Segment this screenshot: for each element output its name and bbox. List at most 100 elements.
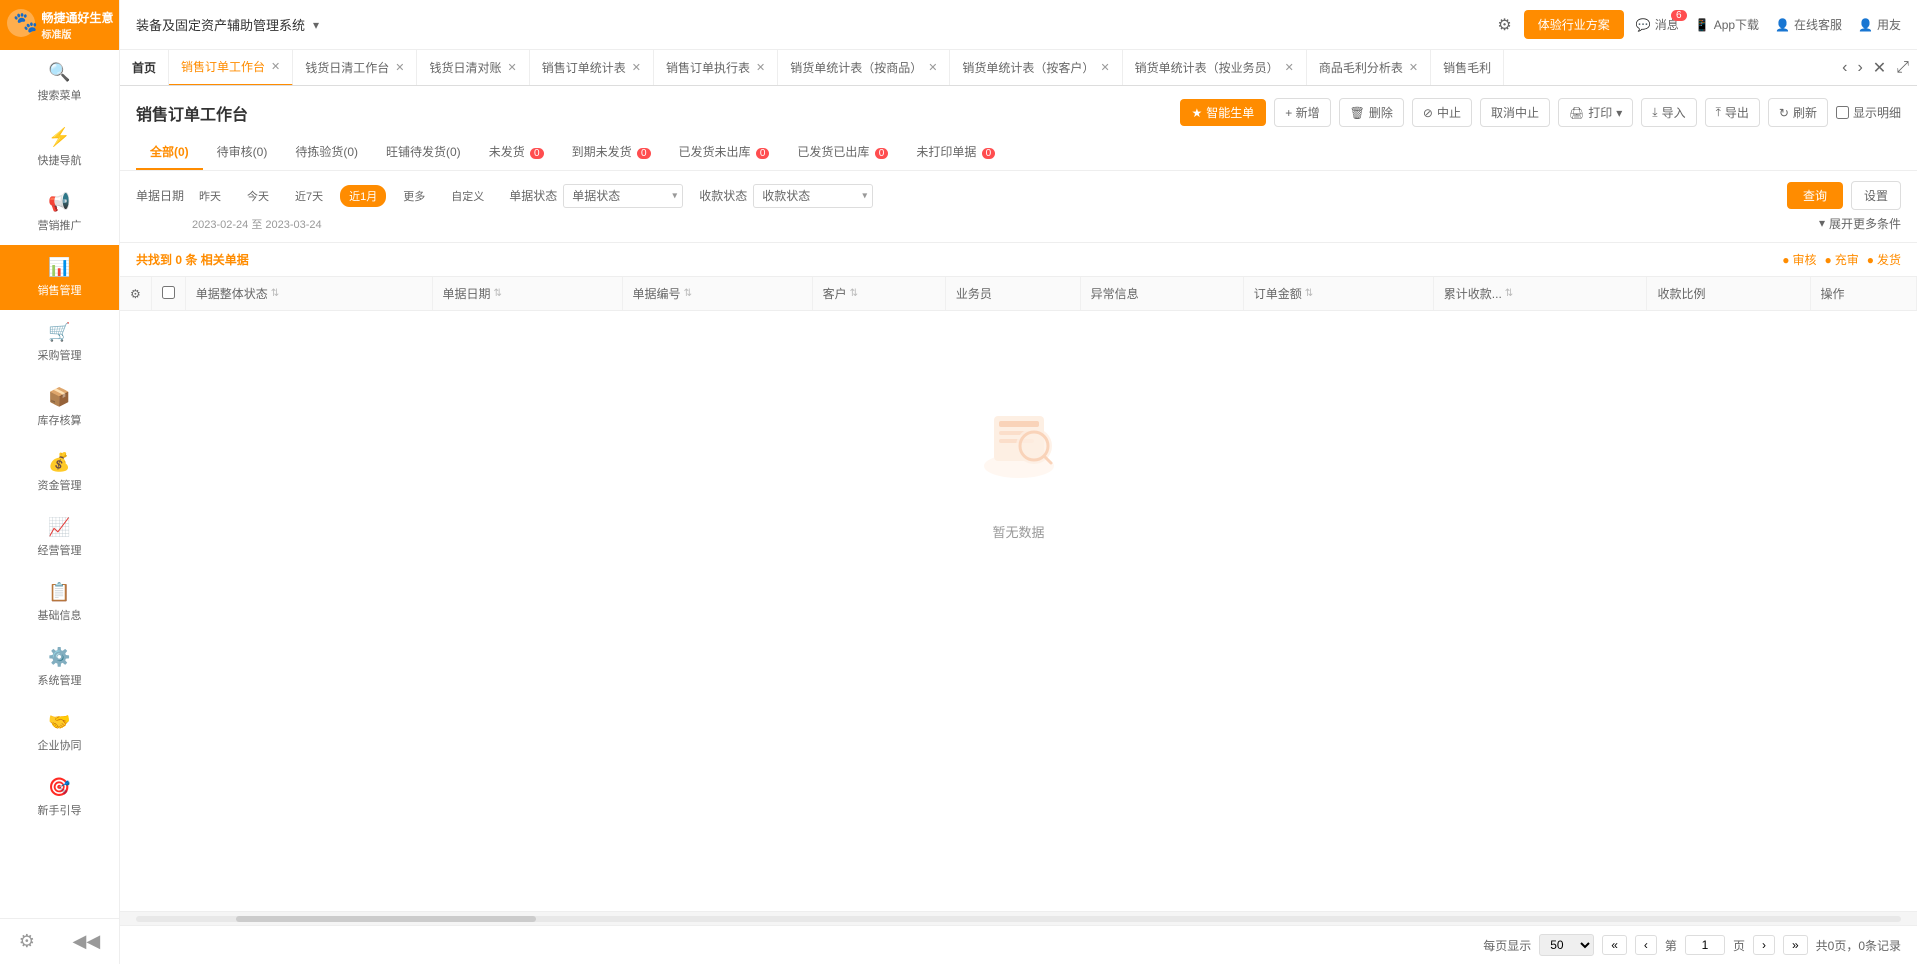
review-btn[interactable]: ● 审核 (1782, 251, 1816, 268)
tab-close-icon[interactable]: ✕ (928, 61, 937, 74)
date-btn-today[interactable]: 今天 (238, 185, 278, 207)
column-settings-icon[interactable]: ⚙ (130, 287, 141, 301)
filter-setting-button[interactable]: 设置 (1851, 181, 1901, 210)
expand-filter-button[interactable]: ▾ 展开更多条件 (1819, 215, 1901, 232)
tab-salesman-stats[interactable]: 销货单统计表（按业务员） ✕ (1123, 50, 1307, 86)
status-select[interactable]: 单据状态 (563, 184, 683, 208)
th-sort-date[interactable]: 单据日期 ⇅ (443, 285, 612, 302)
scrollbar-track[interactable] (136, 916, 1901, 922)
tabs-prev-icon[interactable]: ‹ (1838, 57, 1851, 79)
page-input[interactable] (1685, 935, 1725, 955)
sidebar-item-quick-nav[interactable]: ⚡ 快捷导航 (0, 115, 119, 180)
query-button[interactable]: 查询 (1787, 182, 1843, 209)
sidebar-item-enterprise[interactable]: 🤝 企业协同 (0, 700, 119, 765)
date-btn-more[interactable]: 更多 (394, 185, 434, 207)
tabs-maximize-icon[interactable]: ⤢ (1892, 57, 1913, 79)
tab-sales-workbench[interactable]: 销售订单工作台 ✕ (169, 50, 293, 86)
last-page-button[interactable]: » (1783, 935, 1808, 955)
date-btn-custom[interactable]: 自定义 (442, 185, 493, 207)
sub-tab-pending-check[interactable]: 待拣验货(0) (281, 135, 372, 170)
first-page-button[interactable]: « (1602, 935, 1627, 955)
refresh-button[interactable]: ↻ 刷新 (1768, 98, 1828, 127)
sidebar-item-system[interactable]: ⚙️ 系统管理 (0, 635, 119, 700)
tab-home[interactable]: 首页 (120, 50, 169, 86)
sidebar-item-marketing[interactable]: 📢 营销推广 (0, 180, 119, 245)
sidebar-item-inventory[interactable]: 📦 库存核算 (0, 375, 119, 440)
select-all-checkbox[interactable] (162, 286, 175, 299)
tab-close-icon[interactable]: ✕ (756, 61, 765, 74)
cancel-pause-button[interactable]: 取消中止 (1480, 98, 1550, 127)
th-customer: 客户 ⇅ (812, 277, 945, 311)
th-sort-salesman[interactable]: 业务员 (956, 285, 1070, 302)
tab-goods-stats[interactable]: 销货单统计表（按商品） ✕ (778, 50, 950, 86)
tab-close-icon[interactable]: ✕ (632, 61, 641, 74)
export-button[interactable]: ⤒ 导出 (1705, 98, 1760, 127)
collapse-icon[interactable]: ◀◀ (69, 927, 105, 956)
sidebar-item-sales[interactable]: 📊 销售管理 (0, 245, 119, 310)
import-button[interactable]: ⤓ 导入 (1641, 98, 1696, 127)
scrollbar-thumb[interactable] (236, 916, 536, 922)
sidebar-item-search[interactable]: 🔍 搜索菜单 (0, 50, 119, 115)
tabs-close-all-icon[interactable]: ✕ (1869, 56, 1890, 80)
tab-margin-analysis[interactable]: 商品毛利分析表 ✕ (1307, 50, 1431, 86)
app-download-btn[interactable]: 📱 App下载 (1695, 16, 1759, 33)
th-sort-collected[interactable]: 累计收款... ⇅ (1444, 285, 1637, 302)
user-menu[interactable]: 👤 用友 (1858, 16, 1901, 33)
sub-tab-all[interactable]: 全部(0) (136, 135, 203, 170)
sidebar-item-operations[interactable]: 📈 经营管理 (0, 505, 119, 570)
th-sort-amount[interactable]: 订单金额 ⇅ (1254, 285, 1423, 302)
online-service-btn[interactable]: 👤 在线客服 (1775, 16, 1842, 33)
prev-page-button[interactable]: ‹ (1635, 935, 1657, 955)
tab-close-icon[interactable]: ✕ (1285, 61, 1294, 74)
payment-select[interactable]: 收款状态 (753, 184, 873, 208)
tab-close-icon[interactable]: ✕ (395, 61, 404, 74)
tab-sales-margin[interactable]: 销售毛利 (1431, 50, 1504, 86)
add-button[interactable]: + 新增 (1274, 98, 1330, 127)
tab-close-icon[interactable]: ✕ (508, 61, 517, 74)
show-detail-checkbox-wrap[interactable]: 显示明细 (1836, 104, 1901, 121)
tab-close-icon[interactable]: ✕ (271, 60, 280, 73)
tab-sales-exec[interactable]: 销售订单执行表 ✕ (654, 50, 778, 86)
sub-tab-overdue[interactable]: 到期未发货 0 (558, 135, 665, 170)
sub-tab-shipped-not-out[interactable]: 已发货未出库 0 (665, 135, 784, 170)
print-button[interactable]: 🖨 打印 ▾ (1558, 98, 1633, 127)
date-btn-1month[interactable]: 近1月 (340, 185, 386, 207)
page-size-select[interactable]: 50 10 20 100 (1539, 934, 1594, 956)
next-page-button[interactable]: › (1753, 935, 1775, 955)
tabs-next-icon[interactable]: › (1853, 57, 1866, 79)
th-sort-no[interactable]: 单据编号 ⇅ (633, 285, 802, 302)
settings-icon[interactable]: ⚙ (15, 927, 39, 956)
topbar-dropdown[interactable]: ▾ (313, 18, 319, 32)
date-btn-7days[interactable]: 近7天 (286, 185, 332, 207)
message-badge: 6 (1671, 10, 1687, 21)
topbar-gear-icon[interactable]: ⚙ (1497, 15, 1511, 35)
tab-money-daily[interactable]: 钱货日清工作台 ✕ (293, 50, 417, 86)
tab-close-icon[interactable]: ✕ (1100, 61, 1109, 74)
sidebar-item-guide[interactable]: 🎯 新手引导 (0, 765, 119, 830)
sub-tab-unprinted[interactable]: 未打印单据 0 (902, 135, 1009, 170)
sidebar-item-basic-info[interactable]: 📋 基础信息 (0, 570, 119, 635)
tab-close-icon[interactable]: ✕ (1409, 61, 1418, 74)
sub-tab-shipped-out[interactable]: 已发货已出库 0 (783, 135, 902, 170)
pause-button[interactable]: ⊘ 中止 (1412, 98, 1472, 127)
tab-reconcile[interactable]: 钱货日清对账 ✕ (417, 50, 529, 86)
tab-customer-stats[interactable]: 销货单统计表（按客户） ✕ (950, 50, 1122, 86)
sidebar-item-label: 经营管理 (38, 542, 82, 558)
date-btn-yesterday[interactable]: 昨天 (190, 185, 230, 207)
shipped-not-out-badge: 0 (756, 148, 770, 159)
ship-btn[interactable]: ● 发货 (1867, 251, 1901, 268)
sidebar-item-finance[interactable]: 💰 资金管理 (0, 440, 119, 505)
smart-create-button[interactable]: ★ 智能生单 (1180, 99, 1267, 126)
delete-button[interactable]: 🗑 删除 (1339, 98, 1404, 127)
th-sort-status[interactable]: 单据整体状态 ⇅ (196, 285, 422, 302)
tab-sales-stats[interactable]: 销售订单统计表 ✕ (530, 50, 654, 86)
solution-button[interactable]: 体验行业方案 (1524, 10, 1624, 39)
message-btn[interactable]: 💬 消息 6 (1636, 16, 1679, 33)
sidebar-item-purchase[interactable]: 🛒 采购管理 (0, 310, 119, 375)
th-sort-customer[interactable]: 客户 ⇅ (823, 285, 935, 302)
show-detail-checkbox[interactable] (1836, 106, 1849, 119)
sub-tab-pending-review[interactable]: 待审核(0) (203, 135, 282, 170)
cancel-review-btn[interactable]: ● 充审 (1824, 251, 1858, 268)
sub-tab-wangpu-ship[interactable]: 旺铺待发货(0) (372, 135, 475, 170)
sub-tab-unshipped[interactable]: 未发货 0 (475, 135, 558, 170)
